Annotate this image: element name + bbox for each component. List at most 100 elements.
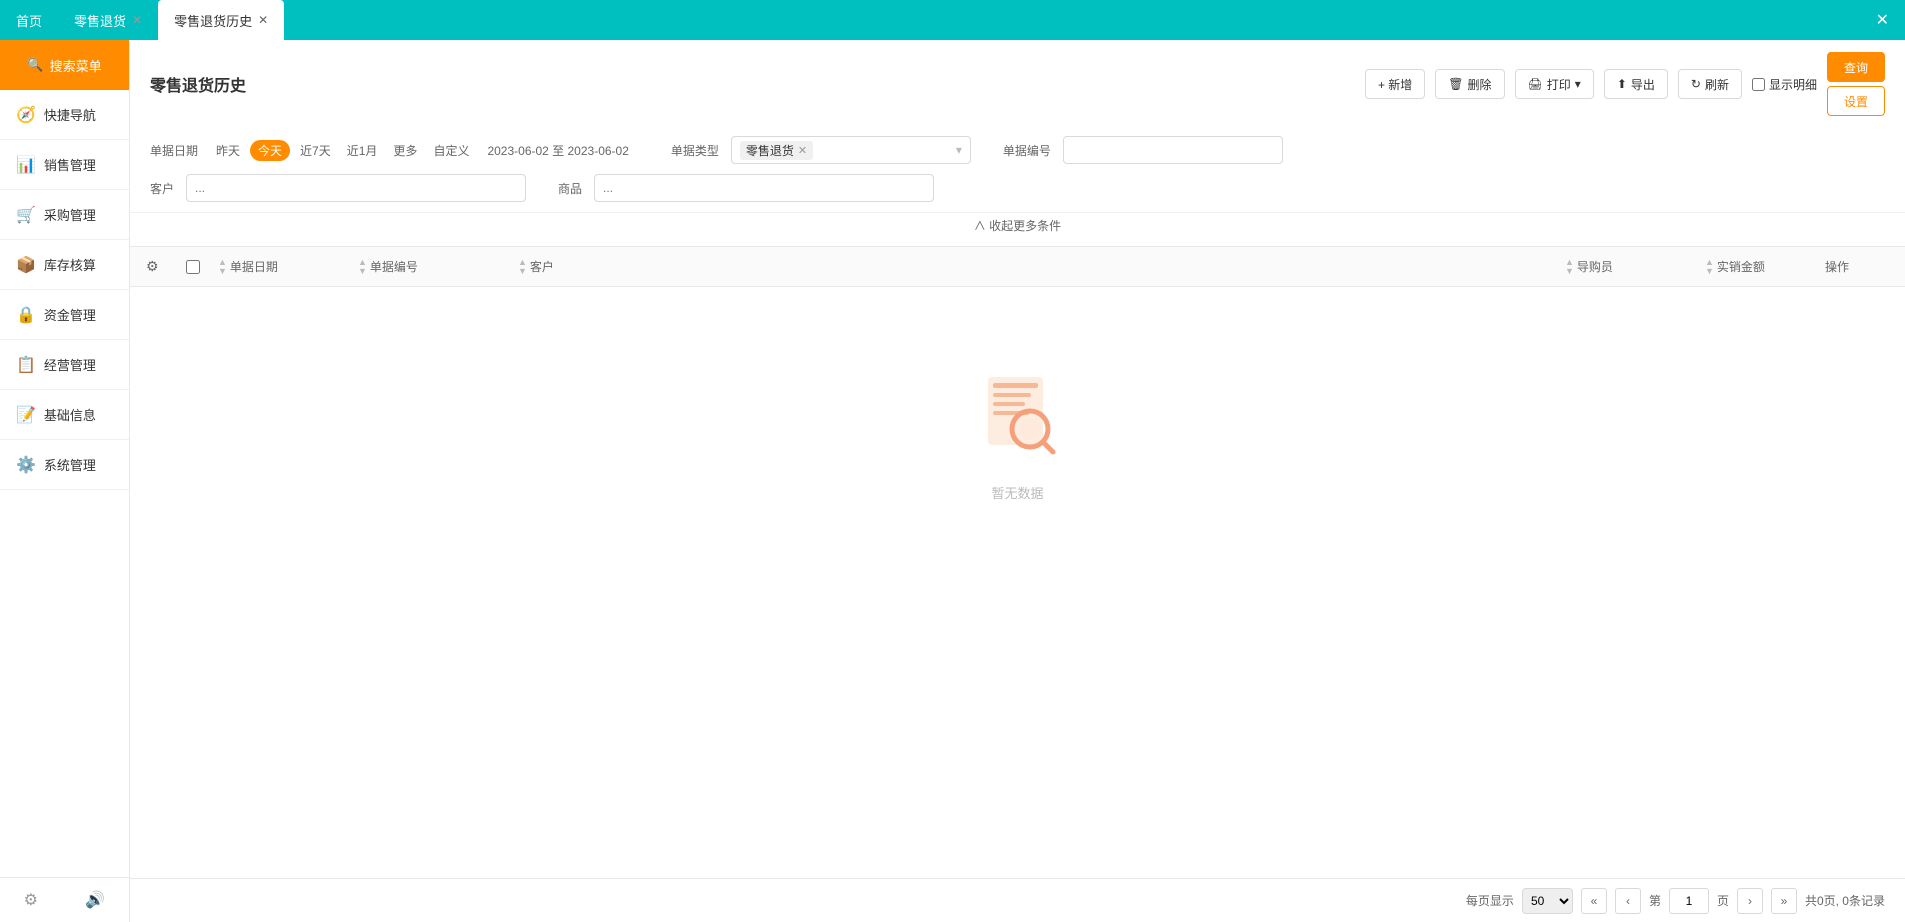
- bill-type-select[interactable]: 零售退货 ✕ ▾: [731, 136, 971, 164]
- filter-row-2: 客户 商品: [150, 174, 1885, 202]
- goods-filter-label: 商品: [558, 180, 582, 197]
- empty-state-icon: [968, 367, 1068, 467]
- customer-sort-icon: ▲▼: [518, 258, 527, 276]
- per-page-select[interactable]: 50 10 20 100: [1522, 888, 1573, 914]
- window-close-button[interactable]: ✕: [1876, 10, 1905, 30]
- export-icon: ⬆: [1617, 77, 1627, 91]
- date-1month-btn[interactable]: 近1月: [341, 140, 384, 161]
- sidebar-item-system-label: 系统管理: [44, 455, 96, 474]
- sidebar-item-basic-info-label: 基础信息: [44, 405, 96, 424]
- sidebar-bottom: ⚙ 🔊: [0, 877, 129, 922]
- sidebar-item-finance-label: 资金管理: [44, 305, 96, 324]
- setting-button[interactable]: 设置: [1827, 86, 1885, 116]
- bill-type-tag-label: 零售退货: [746, 142, 794, 159]
- th-billno-label: 单据编号: [370, 258, 418, 275]
- date-7days-btn[interactable]: 近7天: [294, 140, 337, 161]
- query-setting-group: 查询 设置: [1827, 52, 1885, 116]
- sidebar-item-purchase-label: 采购管理: [44, 205, 96, 224]
- th-amount[interactable]: ▲▼ 实销金额: [1697, 258, 1817, 276]
- delete-label: 删除: [1468, 76, 1492, 93]
- page-title-row: 零售退货历史 + 新增 🗑 删除 🖨 打印 ▾ ⬆ 导出: [150, 52, 1885, 116]
- tab-home-label: 首页: [16, 11, 42, 30]
- filter-row-1: 单据日期 昨天 今天 近7天 近1月 更多 自定义 2023-06-02 至 2…: [150, 136, 1885, 164]
- sidebar-menu: 🧭 快捷导航 📊 销售管理 🛒 采购管理 📦 库存核算 🔒 资金管理 📋: [0, 90, 129, 877]
- tab-retail-return-history-close[interactable]: ✕: [258, 13, 268, 27]
- system-icon: ⚙️: [16, 455, 36, 475]
- billno-sort-icon: ▲▼: [358, 258, 367, 276]
- first-page-button[interactable]: «: [1581, 888, 1607, 914]
- search-icon: 🔍: [27, 57, 43, 73]
- guide-sort-icon: ▲▼: [1565, 258, 1574, 276]
- per-page-label: 每页显示: [1466, 892, 1514, 909]
- show-detail-checkbox[interactable]: [1752, 78, 1765, 91]
- date-custom-btn[interactable]: 自定义: [427, 140, 475, 161]
- tab-home[interactable]: 首页: [0, 0, 58, 40]
- bill-type-tag-close[interactable]: ✕: [798, 144, 807, 157]
- table-container: ⚙ ▲▼ 单据日期 ▲▼ 单据编号 ▲▼ 客户 ▲▼: [130, 247, 1905, 878]
- date-sort-icon: ▲▼: [218, 258, 227, 276]
- sidebar-search-label: 搜索菜单: [50, 56, 102, 75]
- tab-retail-return-history[interactable]: 零售退货历史 ✕: [158, 0, 284, 40]
- th-customer-label: 客户: [530, 258, 554, 275]
- prev-page-button[interactable]: ‹: [1615, 888, 1641, 914]
- th-check: [178, 260, 210, 274]
- pagination-bar: 每页显示 50 10 20 100 « ‹ 第 1 页 › » 共0页, 0条记…: [130, 878, 1905, 922]
- sidebar-item-basic-info[interactable]: 📝 基础信息: [0, 390, 129, 440]
- page-suffix-label: 页: [1717, 892, 1729, 909]
- show-detail-checkbox-label[interactable]: 显示明细: [1752, 76, 1817, 93]
- bill-type-label: 单据类型: [671, 142, 719, 159]
- goods-input[interactable]: [594, 174, 934, 202]
- th-guide[interactable]: ▲▼ 导购员: [1557, 258, 1697, 276]
- tab-retail-return-close[interactable]: ✕: [132, 13, 142, 27]
- export-label: 导出: [1631, 76, 1655, 93]
- date-today-btn[interactable]: 今天: [250, 140, 290, 161]
- audio-bottom-icon[interactable]: 🔊: [85, 890, 105, 910]
- customer-input[interactable]: [186, 174, 526, 202]
- settings-bottom-icon[interactable]: ⚙: [24, 890, 38, 910]
- operation-icon: 📋: [16, 355, 36, 375]
- th-customer[interactable]: ▲▼ 客户: [510, 258, 1557, 276]
- sidebar-item-operation[interactable]: 📋 经营管理: [0, 340, 129, 390]
- page-title: 零售退货历史: [150, 72, 246, 96]
- th-date[interactable]: ▲▼ 单据日期: [210, 258, 350, 276]
- delete-button[interactable]: 🗑 删除: [1435, 69, 1504, 99]
- collapse-filter-btn[interactable]: ∧ 收起更多条件: [130, 212, 1905, 238]
- bill-no-input[interactable]: [1063, 136, 1283, 164]
- print-button[interactable]: 🖨 打印 ▾: [1515, 69, 1594, 99]
- sales-icon: 📊: [16, 155, 36, 175]
- basic-info-icon: 📝: [16, 405, 36, 425]
- next-page-button[interactable]: ›: [1737, 888, 1763, 914]
- table-setting-gear[interactable]: ⚙: [146, 258, 159, 275]
- sidebar-item-system[interactable]: ⚙️ 系统管理: [0, 440, 129, 490]
- new-button[interactable]: + 新增: [1365, 69, 1425, 99]
- select-all-checkbox[interactable]: [186, 260, 200, 274]
- export-button[interactable]: ⬆ 导出: [1604, 69, 1668, 99]
- sidebar: 🔍 搜索菜单 🧭 快捷导航 📊 销售管理 🛒 采购管理 📦 库存核算 🔒: [0, 40, 130, 922]
- page-actions: + 新增 🗑 删除 🖨 打印 ▾ ⬆ 导出 ↻: [1365, 52, 1885, 116]
- sidebar-search[interactable]: 🔍 搜索菜单: [0, 40, 129, 90]
- sidebar-item-sales[interactable]: 📊 销售管理: [0, 140, 129, 190]
- th-guide-label: 导购员: [1577, 258, 1613, 275]
- sidebar-item-finance[interactable]: 🔒 资金管理: [0, 290, 129, 340]
- customer-filter-label: 客户: [150, 180, 174, 197]
- date-yesterday-btn[interactable]: 昨天: [210, 140, 246, 161]
- th-date-label: 单据日期: [230, 258, 278, 275]
- date-range-display: 2023-06-02 至 2023-06-02: [487, 142, 628, 159]
- date-more-btn[interactable]: 更多: [387, 140, 423, 161]
- query-button[interactable]: 查询: [1827, 52, 1885, 82]
- sidebar-item-quick-nav[interactable]: 🧭 快捷导航: [0, 90, 129, 140]
- empty-state: 暂无数据: [130, 287, 1905, 582]
- delete-icon: 🗑: [1448, 77, 1463, 91]
- sidebar-item-sales-label: 销售管理: [44, 155, 96, 174]
- page-prefix-label: 第: [1649, 892, 1661, 909]
- tab-retail-return[interactable]: 零售退货 ✕: [58, 0, 158, 40]
- refresh-button[interactable]: ↻ 刷新: [1678, 69, 1742, 99]
- sidebar-item-inventory[interactable]: 📦 库存核算: [0, 240, 129, 290]
- th-setting: ⚙: [138, 258, 178, 275]
- print-dropdown-icon: ▾: [1575, 77, 1581, 91]
- th-billno[interactable]: ▲▼ 单据编号: [350, 258, 510, 276]
- page-number-input[interactable]: 1: [1669, 888, 1709, 914]
- sidebar-item-inventory-label: 库存核算: [44, 255, 96, 274]
- last-page-button[interactable]: »: [1771, 888, 1797, 914]
- sidebar-item-purchase[interactable]: 🛒 采购管理: [0, 190, 129, 240]
